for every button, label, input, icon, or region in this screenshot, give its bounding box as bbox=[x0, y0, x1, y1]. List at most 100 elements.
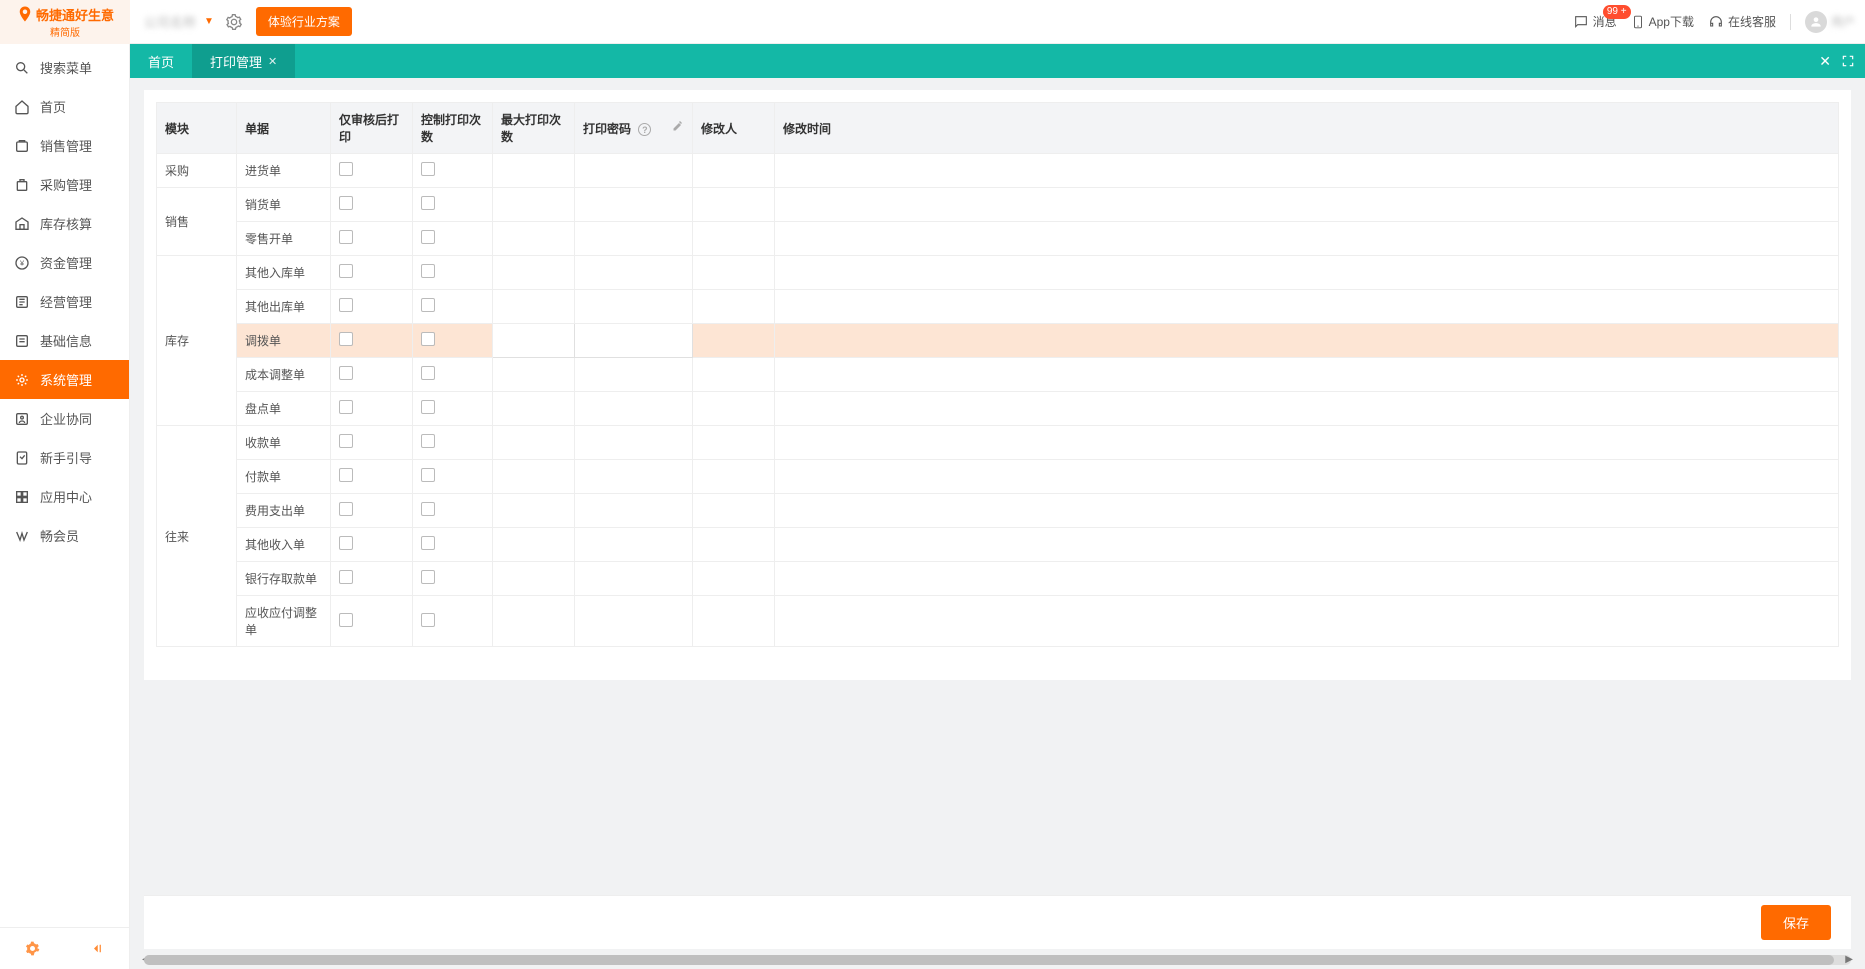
sidebar-item-label: 资金管理 bbox=[40, 253, 92, 272]
home-icon bbox=[14, 99, 30, 115]
checkbox[interactable] bbox=[339, 468, 353, 482]
checkbox[interactable] bbox=[421, 298, 435, 312]
cell-module: 往来 bbox=[157, 426, 237, 647]
purchase-icon bbox=[14, 177, 30, 193]
cell-modify-time bbox=[775, 562, 1839, 596]
messages-button[interactable]: 消息 99 + bbox=[1573, 13, 1617, 30]
cell-module: 采购 bbox=[157, 154, 237, 188]
company-selector[interactable]: 公司名称 ▼ bbox=[144, 12, 214, 31]
cell-control-count bbox=[413, 358, 493, 392]
checkbox[interactable] bbox=[339, 502, 353, 516]
checkbox[interactable] bbox=[421, 366, 435, 380]
sidebar-item-8[interactable]: 系统管理 bbox=[0, 360, 129, 399]
cell-control-count bbox=[413, 222, 493, 256]
checkbox[interactable] bbox=[339, 264, 353, 278]
appcenter-icon bbox=[14, 489, 30, 505]
checkbox[interactable] bbox=[339, 298, 353, 312]
checkbox[interactable] bbox=[421, 264, 435, 278]
tab-home[interactable]: 首页 bbox=[130, 44, 192, 78]
sidebar-footer bbox=[0, 927, 129, 969]
checkbox[interactable] bbox=[421, 400, 435, 414]
table-row: 采购进货单 bbox=[157, 154, 1839, 188]
inventory-icon bbox=[14, 216, 30, 232]
checkbox[interactable] bbox=[421, 434, 435, 448]
cell-modifier bbox=[693, 562, 775, 596]
horizontal-scrollbar[interactable]: ◀ ▶ bbox=[144, 955, 1851, 965]
checkbox[interactable] bbox=[339, 570, 353, 584]
checkbox[interactable] bbox=[339, 230, 353, 244]
checkbox[interactable] bbox=[421, 502, 435, 516]
checkbox[interactable] bbox=[421, 570, 435, 584]
tab-print-label: 打印管理 bbox=[210, 52, 262, 71]
sidebar-item-4[interactable]: 库存核算 bbox=[0, 204, 129, 243]
cell-modify-time bbox=[775, 528, 1839, 562]
th-max-count: 最大打印次数 bbox=[493, 103, 575, 154]
checkbox[interactable] bbox=[339, 613, 353, 627]
brand-logo: 畅捷通好生意 精简版 bbox=[0, 0, 130, 44]
headset-icon bbox=[1708, 14, 1724, 30]
sidebar-collapse-button[interactable] bbox=[89, 941, 104, 956]
topbar-right: 消息 99 + App下载 在线客服 用户 bbox=[1573, 11, 1855, 33]
tab-close-all-button[interactable]: ✕ bbox=[1819, 53, 1831, 70]
table-row: 零售开单 bbox=[157, 222, 1839, 256]
cell-max-count bbox=[493, 392, 575, 426]
checkbox[interactable] bbox=[339, 162, 353, 176]
sidebar-item-3[interactable]: 采购管理 bbox=[0, 165, 129, 204]
sidebar-item-11[interactable]: 应用中心 bbox=[0, 477, 129, 516]
checkbox[interactable] bbox=[421, 230, 435, 244]
checkbox[interactable] bbox=[421, 468, 435, 482]
checkbox[interactable] bbox=[339, 434, 353, 448]
system-icon bbox=[14, 372, 30, 388]
checkbox[interactable] bbox=[339, 536, 353, 550]
checkbox[interactable] bbox=[421, 332, 435, 346]
scroll-right-icon[interactable]: ▶ bbox=[1845, 954, 1853, 965]
close-icon[interactable]: ✕ bbox=[268, 55, 277, 68]
cell-doc: 进货单 bbox=[237, 154, 331, 188]
checkbox[interactable] bbox=[421, 536, 435, 550]
save-button[interactable]: 保存 bbox=[1761, 905, 1831, 940]
cell-password bbox=[575, 596, 693, 647]
tab-print-management[interactable]: 打印管理 ✕ bbox=[192, 44, 295, 78]
checkbox[interactable] bbox=[339, 196, 353, 210]
divider bbox=[1790, 14, 1791, 30]
cell-modifier bbox=[693, 528, 775, 562]
checkbox[interactable] bbox=[339, 332, 353, 346]
help-icon[interactable]: ? bbox=[638, 123, 651, 136]
checkbox[interactable] bbox=[421, 196, 435, 210]
sidebar-item-0[interactable]: 搜索菜单 bbox=[0, 48, 129, 87]
cell-password[interactable] bbox=[575, 324, 693, 358]
sidebar-item-6[interactable]: 经营管理 bbox=[0, 282, 129, 321]
sidebar-item-5[interactable]: ¥资金管理 bbox=[0, 243, 129, 282]
online-service-button[interactable]: 在线客服 bbox=[1708, 13, 1776, 30]
user-name: 用户 bbox=[1831, 13, 1855, 30]
sidebar-item-2[interactable]: 销售管理 bbox=[0, 126, 129, 165]
user-menu[interactable]: 用户 bbox=[1805, 11, 1855, 33]
checkbox[interactable] bbox=[421, 613, 435, 627]
fullscreen-button[interactable] bbox=[1841, 54, 1855, 68]
cell-approved-only bbox=[331, 562, 413, 596]
sidebar-item-9[interactable]: 企业协同 bbox=[0, 399, 129, 438]
sidebar-item-12[interactable]: 畅会员 bbox=[0, 516, 129, 555]
cta-button[interactable]: 体验行业方案 bbox=[256, 7, 352, 36]
messages-badge: 99 + bbox=[1603, 5, 1631, 19]
cell-max-count bbox=[493, 256, 575, 290]
checkbox[interactable] bbox=[339, 366, 353, 380]
scrollbar-thumb[interactable] bbox=[144, 955, 1834, 965]
cell-max-count[interactable] bbox=[493, 324, 575, 358]
checkbox[interactable] bbox=[421, 162, 435, 176]
settings-button[interactable] bbox=[226, 14, 242, 30]
sidebar-settings-button[interactable] bbox=[25, 941, 40, 956]
table-header-row: 模块 单据 仅审核后打印 控制打印次数 最大打印次数 打印密码 ? bbox=[157, 103, 1839, 154]
cell-control-count bbox=[413, 392, 493, 426]
edit-icon[interactable] bbox=[672, 120, 684, 132]
checkbox[interactable] bbox=[339, 400, 353, 414]
cell-modify-time bbox=[775, 392, 1839, 426]
sales-icon bbox=[14, 138, 30, 154]
sidebar-item-10[interactable]: 新手引导 bbox=[0, 438, 129, 477]
sidebar-item-7[interactable]: 基础信息 bbox=[0, 321, 129, 360]
app-download-button[interactable]: App下载 bbox=[1631, 13, 1694, 30]
cell-control-count bbox=[413, 256, 493, 290]
cell-password bbox=[575, 154, 693, 188]
cell-control-count bbox=[413, 596, 493, 647]
sidebar-item-1[interactable]: 首页 bbox=[0, 87, 129, 126]
